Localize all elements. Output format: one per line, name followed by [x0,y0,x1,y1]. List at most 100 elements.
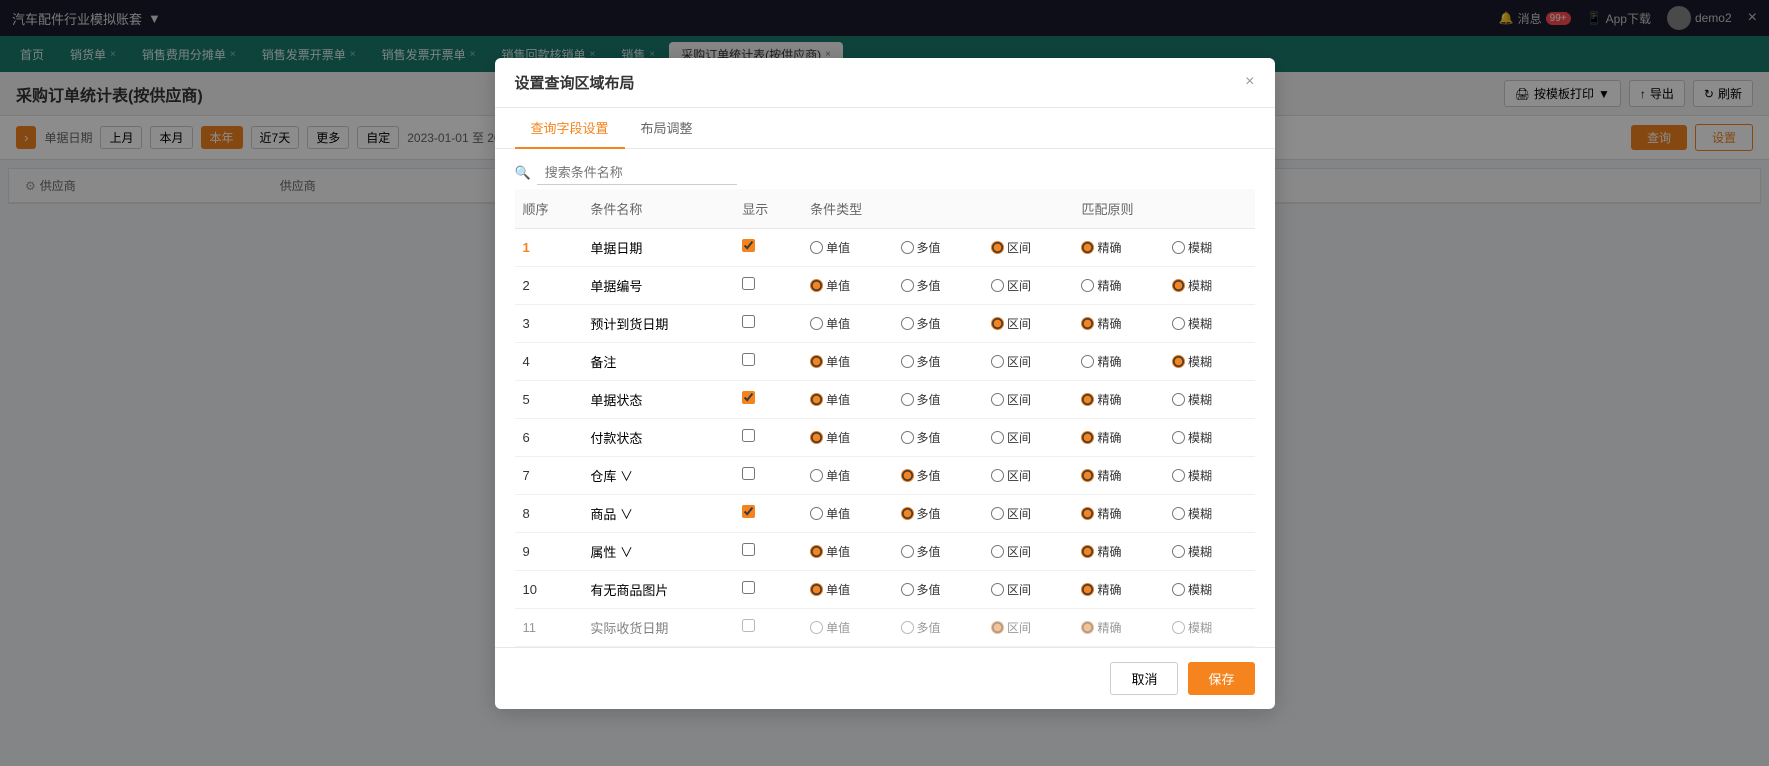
radio-exact[interactable] [1081,431,1094,444]
display-checkbox[interactable] [742,581,755,594]
row-type-multi[interactable]: 多值 [893,266,983,304]
radio-multi[interactable] [901,469,914,482]
row-type-single[interactable]: 单值 [802,570,892,608]
radio-single[interactable] [810,621,823,634]
radio-range[interactable] [991,545,1004,558]
radio-exact[interactable] [1081,393,1094,406]
radio-fuzzy[interactable] [1172,507,1185,520]
radio-exact[interactable] [1081,241,1094,254]
radio-exact[interactable] [1081,317,1094,330]
row-match-fuzzy[interactable]: 模糊 [1164,608,1255,646]
row-display[interactable] [734,608,802,646]
modal-close-button[interactable]: × [1245,73,1254,91]
display-checkbox[interactable] [742,315,755,328]
row-type-single[interactable]: 单值 [802,608,892,646]
row-type-multi[interactable]: 多值 [893,380,983,418]
radio-single[interactable] [810,241,823,254]
row-type-range[interactable]: 区间 [983,608,1073,646]
radio-fuzzy[interactable] [1172,241,1185,254]
radio-single[interactable] [810,355,823,368]
radio-range[interactable] [991,393,1004,406]
radio-multi[interactable] [901,583,914,596]
display-checkbox[interactable] [742,505,755,518]
display-checkbox[interactable] [742,543,755,556]
cancel-button[interactable]: 取消 [1110,662,1178,695]
row-type-multi[interactable]: 多值 [893,342,983,380]
row-type-multi[interactable]: 多值 [893,418,983,456]
radio-single[interactable] [810,583,823,596]
row-type-multi[interactable]: 多值 [893,304,983,342]
row-type-single[interactable]: 单值 [802,228,892,266]
row-match-exact[interactable]: 精确 [1073,418,1163,456]
radio-single[interactable] [810,507,823,520]
radio-multi[interactable] [901,355,914,368]
radio-multi[interactable] [901,241,914,254]
row-type-range[interactable]: 区间 [983,304,1073,342]
radio-single[interactable] [810,317,823,330]
row-match-fuzzy[interactable]: 模糊 [1164,456,1255,494]
radio-multi[interactable] [901,279,914,292]
radio-multi[interactable] [901,317,914,330]
display-checkbox[interactable] [742,239,755,252]
row-match-exact[interactable]: 精确 [1073,380,1163,418]
radio-range[interactable] [991,621,1004,634]
radio-range[interactable] [991,469,1004,482]
radio-multi[interactable] [901,507,914,520]
row-match-fuzzy[interactable]: 模糊 [1164,494,1255,532]
row-type-range[interactable]: 区间 [983,570,1073,608]
radio-range[interactable] [991,317,1004,330]
radio-fuzzy[interactable] [1172,355,1185,368]
row-match-fuzzy[interactable]: 模糊 [1164,304,1255,342]
row-type-single[interactable]: 单值 [802,380,892,418]
row-type-single[interactable]: 单值 [802,532,892,570]
row-type-single[interactable]: 单值 [802,304,892,342]
row-type-single[interactable]: 单值 [802,266,892,304]
modal-tab-layout-adjust[interactable]: 布局调整 [625,108,709,149]
row-display[interactable] [734,456,802,494]
radio-range[interactable] [991,355,1004,368]
row-type-range[interactable]: 区间 [983,380,1073,418]
radio-fuzzy[interactable] [1172,583,1185,596]
search-input[interactable] [537,161,737,185]
row-display[interactable] [734,570,802,608]
row-type-single[interactable]: 单值 [802,342,892,380]
radio-fuzzy[interactable] [1172,317,1185,330]
row-type-range[interactable]: 区间 [983,266,1073,304]
row-display[interactable] [734,304,802,342]
row-type-multi[interactable]: 多值 [893,532,983,570]
row-match-fuzzy[interactable]: 模糊 [1164,418,1255,456]
radio-range[interactable] [991,431,1004,444]
row-display[interactable] [734,380,802,418]
radio-range[interactable] [991,583,1004,596]
radio-single[interactable] [810,279,823,292]
display-checkbox[interactable] [742,391,755,404]
radio-single[interactable] [810,545,823,558]
radio-exact[interactable] [1081,583,1094,596]
row-display[interactable] [734,266,802,304]
radio-range[interactable] [991,507,1004,520]
display-checkbox[interactable] [742,353,755,366]
display-checkbox[interactable] [742,619,755,632]
radio-exact[interactable] [1081,469,1094,482]
display-checkbox[interactable] [742,467,755,480]
row-match-exact[interactable]: 精确 [1073,532,1163,570]
row-match-fuzzy[interactable]: 模糊 [1164,342,1255,380]
radio-fuzzy[interactable] [1172,431,1185,444]
row-match-exact[interactable]: 精确 [1073,304,1163,342]
row-type-single[interactable]: 单值 [802,494,892,532]
radio-fuzzy[interactable] [1172,621,1185,634]
radio-fuzzy[interactable] [1172,545,1185,558]
row-match-exact[interactable]: 精确 [1073,570,1163,608]
row-display[interactable] [734,342,802,380]
radio-fuzzy[interactable] [1172,393,1185,406]
row-match-fuzzy[interactable]: 模糊 [1164,532,1255,570]
radio-range[interactable] [991,279,1004,292]
row-type-multi[interactable]: 多值 [893,608,983,646]
row-type-single[interactable]: 单值 [802,418,892,456]
row-match-fuzzy[interactable]: 模糊 [1164,228,1255,266]
row-type-multi[interactable]: 多值 [893,570,983,608]
row-display[interactable] [734,494,802,532]
save-button[interactable]: 保存 [1188,662,1254,695]
radio-single[interactable] [810,431,823,444]
row-match-fuzzy[interactable]: 模糊 [1164,380,1255,418]
